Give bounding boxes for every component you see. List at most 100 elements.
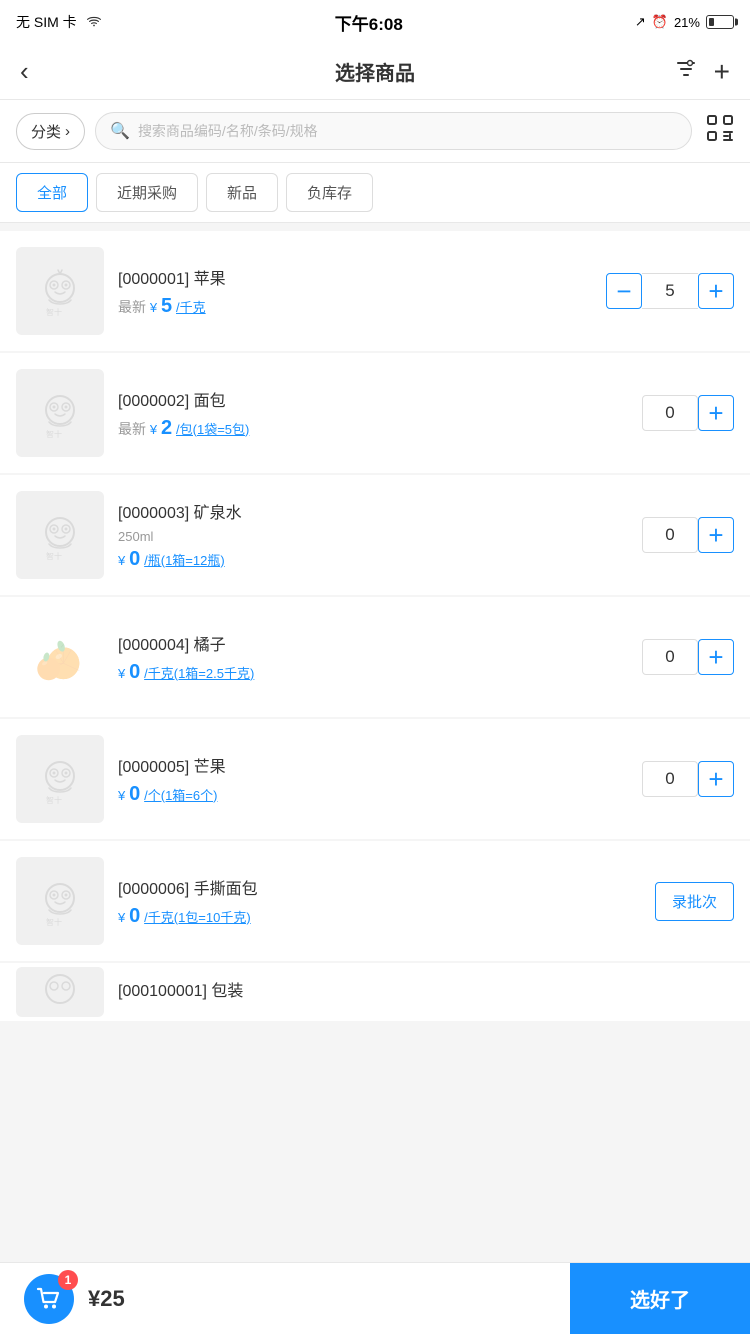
qty-plus-0000003[interactable]: + [698,517,734,553]
qty-plus-0000001[interactable]: + [698,273,734,309]
product-name-0000003: [0000003] 矿泉水 [118,499,628,523]
product-price-0000005: ¥ 0 /个(1箱=6个) [118,783,628,806]
add-button[interactable]: + [714,56,730,88]
cart-badge: 1 [58,1270,78,1290]
product-spec-0000003: 250ml [118,529,628,544]
product-image-000100001 [16,967,104,1017]
qty-input-0000004[interactable] [642,639,698,675]
qty-control-0000003: + [642,517,734,553]
placeholder-owl-icon: 智十 [35,510,85,560]
bottom-bar: 1 ¥25 选好了 [0,1262,750,1334]
qty-control-0000001: − + [606,273,734,309]
cart-area: 1 ¥25 [0,1274,570,1324]
placeholder-owl-icon [35,967,85,1017]
cart-icon [35,1285,63,1313]
category-arrow: › [65,123,70,140]
product-item-0000003: 智十 [0000003] 矿泉水 250ml ¥ 0 /瓶(1箱=12瓶) + [0,475,750,595]
qty-input-0000003[interactable] [642,517,698,553]
carrier-text: 无 SIM 卡 [16,12,77,32]
product-info-0000003: [0000003] 矿泉水 250ml ¥ 0 /瓶(1箱=12瓶) [118,499,628,571]
product-item-0000006: 智十 [0000006] 手撕面包 ¥ 0 /千克(1包=10千克) 录批次 [0,841,750,961]
tab-row: 全部 近期采购 新品 负库存 [0,163,750,223]
product-info-0000005: [0000005] 芒果 ¥ 0 /个(1箱=6个) [118,753,628,806]
filter-icon[interactable] [674,57,698,87]
search-box[interactable]: 🔍 搜索商品编码/名称/条码/规格 [95,112,692,150]
qty-minus-0000001[interactable]: − [606,273,642,309]
svg-text:智十: 智十 [46,795,62,804]
cart-total: ¥25 [88,1286,125,1312]
product-image-0000004 [16,613,104,701]
svg-text:智十: 智十 [46,307,62,316]
page-title: 选择商品 [335,57,415,86]
qty-plus-0000002[interactable]: + [698,395,734,431]
qty-plus-0000005[interactable]: + [698,761,734,797]
product-image-0000005: 智十 [16,735,104,823]
confirm-button[interactable]: 选好了 [570,1263,750,1334]
status-right: ↗ ⏰ 21% [635,14,734,30]
tab-negative[interactable]: 负库存 [286,173,373,212]
product-name-0000002: [0000002] 面包 [118,387,628,411]
orange-illustration [35,632,85,682]
search-placeholder: 搜索商品编码/名称/条码/规格 [138,121,318,141]
product-item-000100001: [000100001] 包装 [0,963,750,1021]
battery-percent: 21% [674,15,700,30]
product-price-0000001: 最新 ¥ 5 /千克 [118,295,592,318]
product-name-000100001: [000100001] 包装 [118,977,734,1001]
product-image-0000002: 智十 [16,369,104,457]
tab-all[interactable]: 全部 [16,173,88,212]
product-item-0000004: [0000004] 橘子 ¥ 0 /千克(1箱=2.5千克) + [0,597,750,717]
cart-icon-wrap[interactable]: 1 [24,1274,74,1324]
product-price-0000002: 最新 ¥ 2 /包(1袋=5包) [118,417,628,440]
product-image-0000006: 智十 [16,857,104,945]
category-button[interactable]: 分类 › [16,113,85,150]
product-item-0000002: 智十 [0000002] 面包 最新 ¥ 2 /包(1袋=5包) + [0,353,750,473]
qty-input-0000005[interactable] [642,761,698,797]
product-info-0000001: [0000001] 苹果 最新 ¥ 5 /千克 [118,265,592,318]
scan-icon[interactable] [706,114,734,149]
nav-bar: ‹ 选择商品 + [0,44,750,100]
svg-text:智十: 智十 [46,551,62,560]
product-item-0000005: 智十 [0000005] 芒果 ¥ 0 /个(1箱=6个) + [0,719,750,839]
placeholder-owl-icon: 智十 [35,388,85,438]
product-price-0000003: ¥ 0 /瓶(1箱=12瓶) [118,548,628,571]
product-image-0000003: 智十 [16,491,104,579]
status-time: 下午6:08 [335,10,403,35]
product-name-0000005: [0000005] 芒果 [118,753,628,777]
product-info-0000006: [0000006] 手撕面包 ¥ 0 /千克(1包=10千克) [118,875,641,928]
product-item-0000001: 智十 [0000001] 苹果 最新 ¥ 5 /千克 − + [0,231,750,351]
category-label: 分类 [31,121,61,142]
product-price-0000006: ¥ 0 /千克(1包=10千克) [118,905,641,928]
status-bar: 无 SIM 卡 下午6:08 ↗ ⏰ 21% [0,0,750,44]
qty-plus-0000004[interactable]: + [698,639,734,675]
status-left: 无 SIM 卡 [16,12,103,32]
placeholder-owl-icon: 智十 [35,266,85,316]
product-price-0000004: ¥ 0 /千克(1箱=2.5千克) [118,661,628,684]
wifi-icon [85,15,103,29]
product-image-0000001: 智十 [16,247,104,335]
qty-control-0000005: + [642,761,734,797]
svg-text:智十: 智十 [46,429,62,438]
nav-right: + [674,56,750,88]
qty-control-0000002: + [642,395,734,431]
tab-recent[interactable]: 近期采购 [96,173,198,212]
qty-control-0000004: + [642,639,734,675]
product-list: 智十 [0000001] 苹果 最新 ¥ 5 /千克 − + [0,231,750,1021]
alarm-icon: ⏰ [652,14,668,30]
location-icon: ↗ [635,14,646,30]
product-info-0000002: [0000002] 面包 最新 ¥ 2 /包(1袋=5包) [118,387,628,440]
qty-input-0000001[interactable] [642,273,698,309]
product-name-0000004: [0000004] 橘子 [118,631,628,655]
nav-left: ‹ [0,56,29,87]
filter-row: 分类 › 🔍 搜索商品编码/名称/条码/规格 [0,100,750,163]
product-info-000100001: [000100001] 包装 [118,977,734,1007]
batch-button-0000006[interactable]: 录批次 [655,882,734,921]
svg-text:智十: 智十 [46,917,62,926]
tab-new[interactable]: 新品 [206,173,278,212]
qty-input-0000002[interactable] [642,395,698,431]
search-icon: 🔍 [110,121,130,141]
back-button[interactable]: ‹ [20,56,29,87]
product-name-0000001: [0000001] 苹果 [118,265,592,289]
placeholder-owl-icon: 智十 [35,754,85,804]
product-name-0000006: [0000006] 手撕面包 [118,875,641,899]
placeholder-owl-icon: 智十 [35,876,85,926]
